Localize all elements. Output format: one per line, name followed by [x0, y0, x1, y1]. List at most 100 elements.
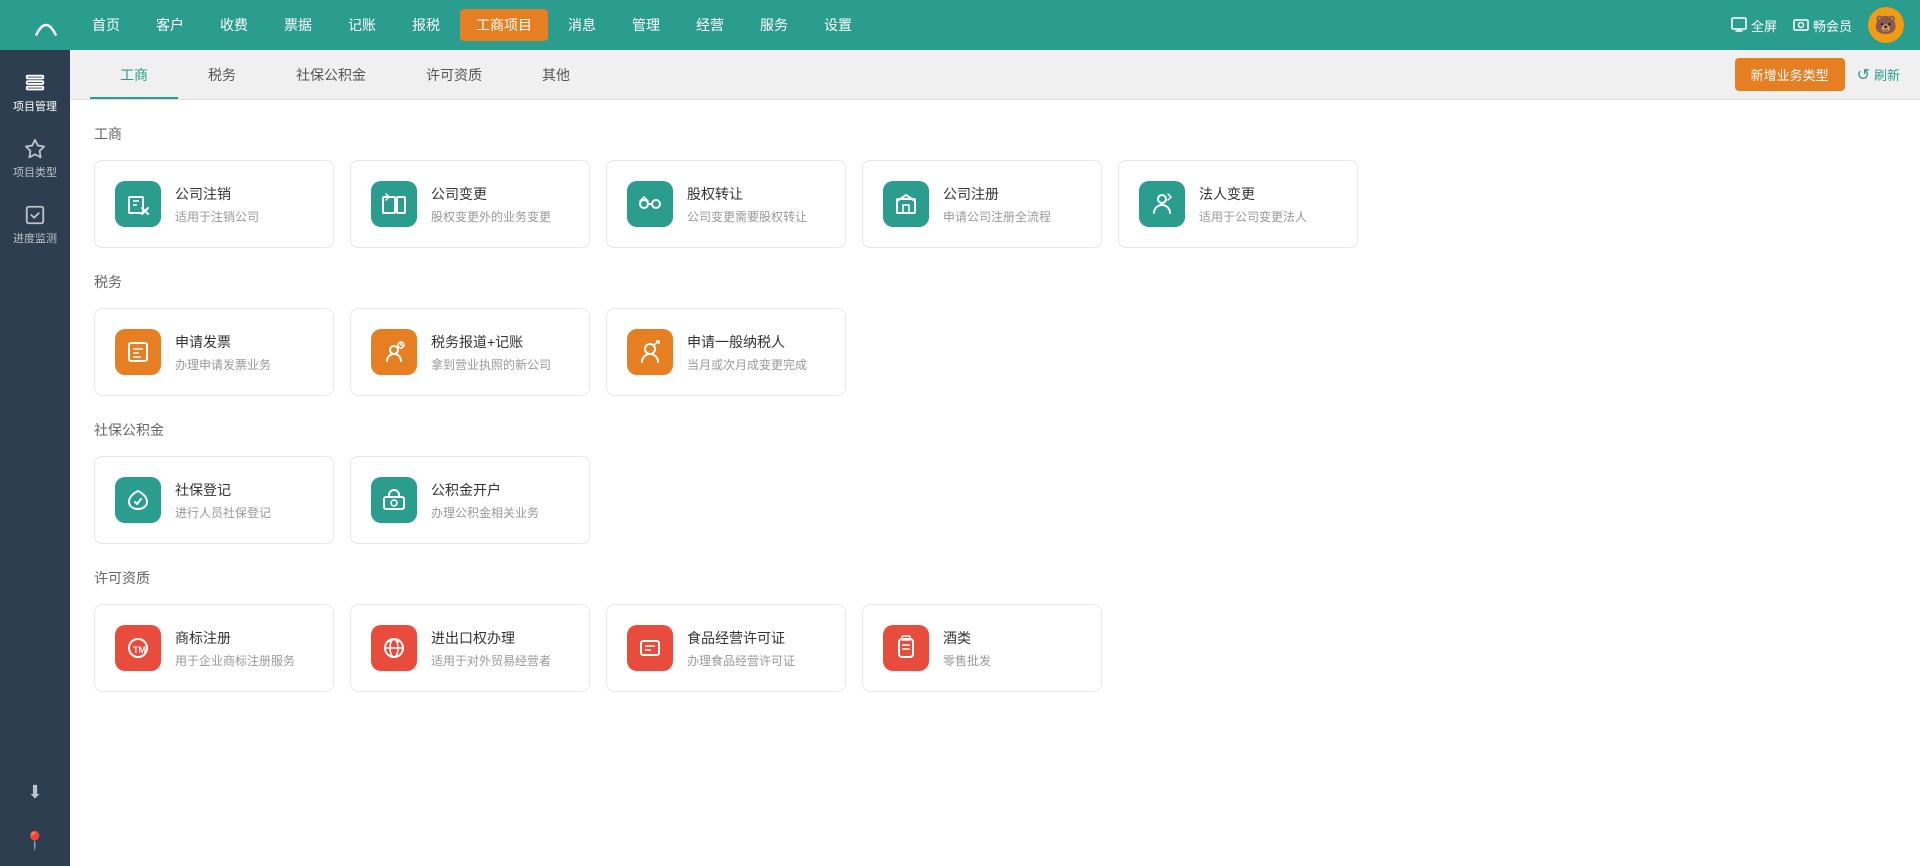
card-description: 零售批发 — [943, 652, 991, 669]
sidebar-download-button[interactable]: ⬇ — [0, 768, 70, 817]
card-title: 酒类 — [943, 628, 991, 648]
service-card[interactable]: TM 商标注册用于企业商标注册服务 — [94, 604, 334, 692]
food-license-icon — [627, 625, 673, 671]
tab-bar: 工商税务社保公积金许可资质其他 新增业务类型 ↺ 刷新 — [70, 50, 1920, 100]
equity-icon — [627, 181, 673, 227]
main-layout: 项目管理 项目类型 进度监测 ⬇ 📍 工商税务社保公积金许可资质其他 新增业务类… — [0, 50, 1920, 866]
nav-item-服务[interactable]: 服务 — [744, 9, 804, 41]
nav-item-工商项目[interactable]: 工商项目 — [460, 9, 548, 41]
tab-税务[interactable]: 税务 — [178, 51, 266, 99]
general-tax-icon — [627, 329, 673, 375]
section-税务: 税务申请发票办理申请发票业务 税务报道+记账拿到营业执照的新公司 申请一般纳税人当月… — [94, 272, 1896, 396]
card-title: 进出口权办理 — [431, 628, 551, 648]
card-description: 办理申请发票业务 — [175, 356, 271, 373]
section-title: 社保公积金 — [94, 420, 1896, 440]
building-reg-icon — [883, 181, 929, 227]
sidebar-bottom: ⬇ 📍 — [0, 768, 70, 866]
sidebar-item-label: 进度监测 — [13, 230, 57, 246]
content-area: 工商税务社保公积金许可资质其他 新增业务类型 ↺ 刷新 工商公司注销适用于注销公… — [70, 50, 1920, 866]
service-card[interactable]: 社保登记进行人员社保登记 — [94, 456, 334, 544]
service-card[interactable]: 公司变更股权变更外的业务变更 — [350, 160, 590, 248]
sidebar-item-project-type[interactable]: 项目类型 — [0, 126, 70, 192]
top-navigation: 首页客户收费票据记账报税工商项目消息管理经营服务设置 全屏 畅会员 🐻 — [0, 0, 1920, 50]
refresh-icon: ↺ — [1857, 65, 1870, 85]
svg-text:TM: TM — [133, 645, 146, 655]
card-text: 申请发票办理申请发票业务 — [175, 332, 271, 373]
service-card[interactable]: 申请一般纳税人当月或次月成变更完成 — [606, 308, 846, 396]
service-card[interactable]: 进出口权办理适用于对外贸易经营者 — [350, 604, 590, 692]
sidebar-item-project-management[interactable]: 项目管理 — [0, 60, 70, 126]
sidebar-item-label: 项目类型 — [13, 164, 57, 180]
service-card[interactable]: 食品经营许可证办理食品经营许可证 — [606, 604, 846, 692]
card-title: 税务报道+记账 — [431, 332, 551, 352]
service-card[interactable]: 公司注销适用于注销公司 — [94, 160, 334, 248]
nav-item-客户[interactable]: 客户 — [140, 9, 200, 41]
social-security-icon — [115, 477, 161, 523]
tab-许可资质[interactable]: 许可资质 — [396, 51, 512, 99]
import-export-icon — [371, 625, 417, 671]
card-text: 酒类零售批发 — [943, 628, 991, 669]
vip-button[interactable]: 畅会员 — [1793, 16, 1852, 35]
nav-item-设置[interactable]: 设置 — [808, 9, 868, 41]
sidebar-location-button[interactable]: 📍 — [0, 817, 70, 866]
scroll-content: 工商公司注销适用于注销公司公司变更股权变更外的业务变更股权转让公司变更需要股权转… — [70, 100, 1920, 866]
building-change-icon — [371, 181, 417, 227]
service-card[interactable]: 法人变更适用于公司变更法人 — [1118, 160, 1358, 248]
card-text: 公积金开户办理公积金相关业务 — [431, 480, 539, 521]
person-change-icon — [1139, 181, 1185, 227]
invoice-icon — [115, 329, 161, 375]
service-card[interactable]: 税务报道+记账拿到营业执照的新公司 — [350, 308, 590, 396]
card-title: 公司注销 — [175, 184, 259, 204]
nav-item-消息[interactable]: 消息 — [552, 9, 612, 41]
tax-report-icon — [371, 329, 417, 375]
sidebar-item-progress-monitor[interactable]: 进度监测 — [0, 192, 70, 258]
alcohol-icon — [883, 625, 929, 671]
tab-社保公积金[interactable]: 社保公积金 — [266, 51, 396, 99]
tab-工商[interactable]: 工商 — [90, 51, 178, 99]
service-card[interactable]: 公司注册申请公司注册全流程 — [862, 160, 1102, 248]
card-text: 申请一般纳税人当月或次月成变更完成 — [687, 332, 807, 373]
nav-item-记账[interactable]: 记账 — [332, 9, 392, 41]
fullscreen-button[interactable]: 全屏 — [1731, 16, 1777, 35]
card-description: 用于企业商标注册服务 — [175, 652, 295, 669]
nav-item-票据[interactable]: 票据 — [268, 9, 328, 41]
fund-icon — [371, 477, 417, 523]
card-title: 商标注册 — [175, 628, 295, 648]
user-avatar[interactable]: 🐻 — [1868, 7, 1904, 43]
building-cancel-icon — [115, 181, 161, 227]
nav-item-首页[interactable]: 首页 — [76, 9, 136, 41]
section-许可资质: 许可资质 TM 商标注册用于企业商标注册服务 进出口权办理适用于对外贸易经营者 食品经营… — [94, 568, 1896, 692]
sidebar: 项目管理 项目类型 进度监测 ⬇ 📍 — [0, 50, 70, 866]
logo — [16, 9, 76, 41]
card-description: 适用于对外贸易经营者 — [431, 652, 551, 669]
card-text: 股权转让公司变更需要股权转让 — [687, 184, 807, 225]
section-title: 税务 — [94, 272, 1896, 292]
section-工商: 工商公司注销适用于注销公司公司变更股权变更外的业务变更股权转让公司变更需要股权转… — [94, 124, 1896, 248]
cards-grid: 公司注销适用于注销公司公司变更股权变更外的业务变更股权转让公司变更需要股权转让公… — [94, 160, 1896, 248]
card-title: 公积金开户 — [431, 480, 539, 500]
refresh-button[interactable]: ↺ 刷新 — [1857, 65, 1900, 85]
card-text: 公司注册申请公司注册全流程 — [943, 184, 1051, 225]
card-title: 申请发票 — [175, 332, 271, 352]
tab-actions: 新增业务类型 ↺ 刷新 — [1735, 58, 1900, 91]
card-description: 办理公积金相关业务 — [431, 504, 539, 521]
card-text: 食品经营许可证办理食品经营许可证 — [687, 628, 795, 669]
card-description: 拿到营业执照的新公司 — [431, 356, 551, 373]
cards-grid: 申请发票办理申请发票业务 税务报道+记账拿到营业执照的新公司 申请一般纳税人当月或次… — [94, 308, 1896, 396]
nav-item-经营[interactable]: 经营 — [680, 9, 740, 41]
section-title: 许可资质 — [94, 568, 1896, 588]
nav-item-收费[interactable]: 收费 — [204, 9, 264, 41]
nav-menu: 首页客户收费票据记账报税工商项目消息管理经营服务设置 — [76, 9, 1731, 41]
card-title: 公司变更 — [431, 184, 551, 204]
tab-其他[interactable]: 其他 — [512, 51, 600, 99]
service-card[interactable]: 酒类零售批发 — [862, 604, 1102, 692]
service-card[interactable]: 申请发票办理申请发票业务 — [94, 308, 334, 396]
section-社保公积金: 社保公积金社保登记进行人员社保登记 公积金开户办理公积金相关业务 — [94, 420, 1896, 544]
card-text: 法人变更适用于公司变更法人 — [1199, 184, 1307, 225]
card-description: 股权变更外的业务变更 — [431, 208, 551, 225]
service-card[interactable]: 股权转让公司变更需要股权转让 — [606, 160, 846, 248]
nav-item-报税[interactable]: 报税 — [396, 9, 456, 41]
add-business-type-button[interactable]: 新增业务类型 — [1735, 58, 1845, 91]
service-card[interactable]: 公积金开户办理公积金相关业务 — [350, 456, 590, 544]
nav-item-管理[interactable]: 管理 — [616, 9, 676, 41]
